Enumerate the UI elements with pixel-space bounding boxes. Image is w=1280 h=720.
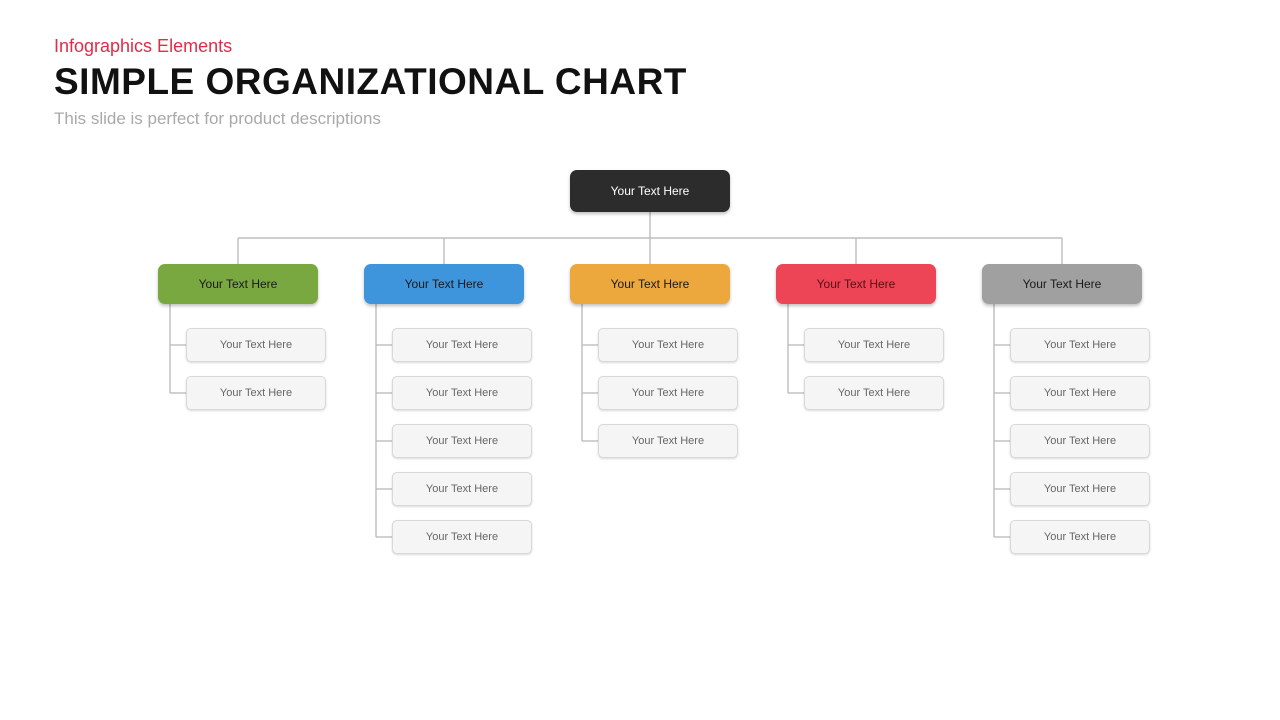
leaf-node: Your Text Here	[186, 328, 326, 362]
leaf-node: Your Text Here	[1010, 328, 1150, 362]
kicker-text: Infographics Elements	[54, 36, 1280, 57]
leaf-node: Your Text Here	[1010, 424, 1150, 458]
leaf-node: Your Text Here	[598, 376, 738, 410]
leaf-node: Your Text Here	[186, 376, 326, 410]
leaf-node: Your Text Here	[598, 328, 738, 362]
leaf-node: Your Text Here	[1010, 520, 1150, 554]
slide-header: Infographics Elements SIMPLE ORGANIZATIO…	[0, 0, 1280, 129]
branch-node: Your Text Here	[776, 264, 936, 304]
root-node: Your Text Here	[570, 170, 730, 212]
branch-node: Your Text Here	[158, 264, 318, 304]
branch-node: Your Text Here	[982, 264, 1142, 304]
leaf-node: Your Text Here	[392, 376, 532, 410]
leaf-node: Your Text Here	[392, 328, 532, 362]
leaf-node: Your Text Here	[598, 424, 738, 458]
branch-node: Your Text Here	[570, 264, 730, 304]
leaf-node: Your Text Here	[392, 424, 532, 458]
leaf-node: Your Text Here	[392, 472, 532, 506]
leaf-node: Your Text Here	[804, 328, 944, 362]
slide-subtitle: This slide is perfect for product descri…	[54, 109, 1280, 129]
leaf-node: Your Text Here	[392, 520, 532, 554]
leaf-node: Your Text Here	[804, 376, 944, 410]
leaf-node: Your Text Here	[1010, 472, 1150, 506]
slide-title: SIMPLE ORGANIZATIONAL CHART	[54, 61, 1280, 103]
leaf-node: Your Text Here	[1010, 376, 1150, 410]
branch-node: Your Text Here	[364, 264, 524, 304]
